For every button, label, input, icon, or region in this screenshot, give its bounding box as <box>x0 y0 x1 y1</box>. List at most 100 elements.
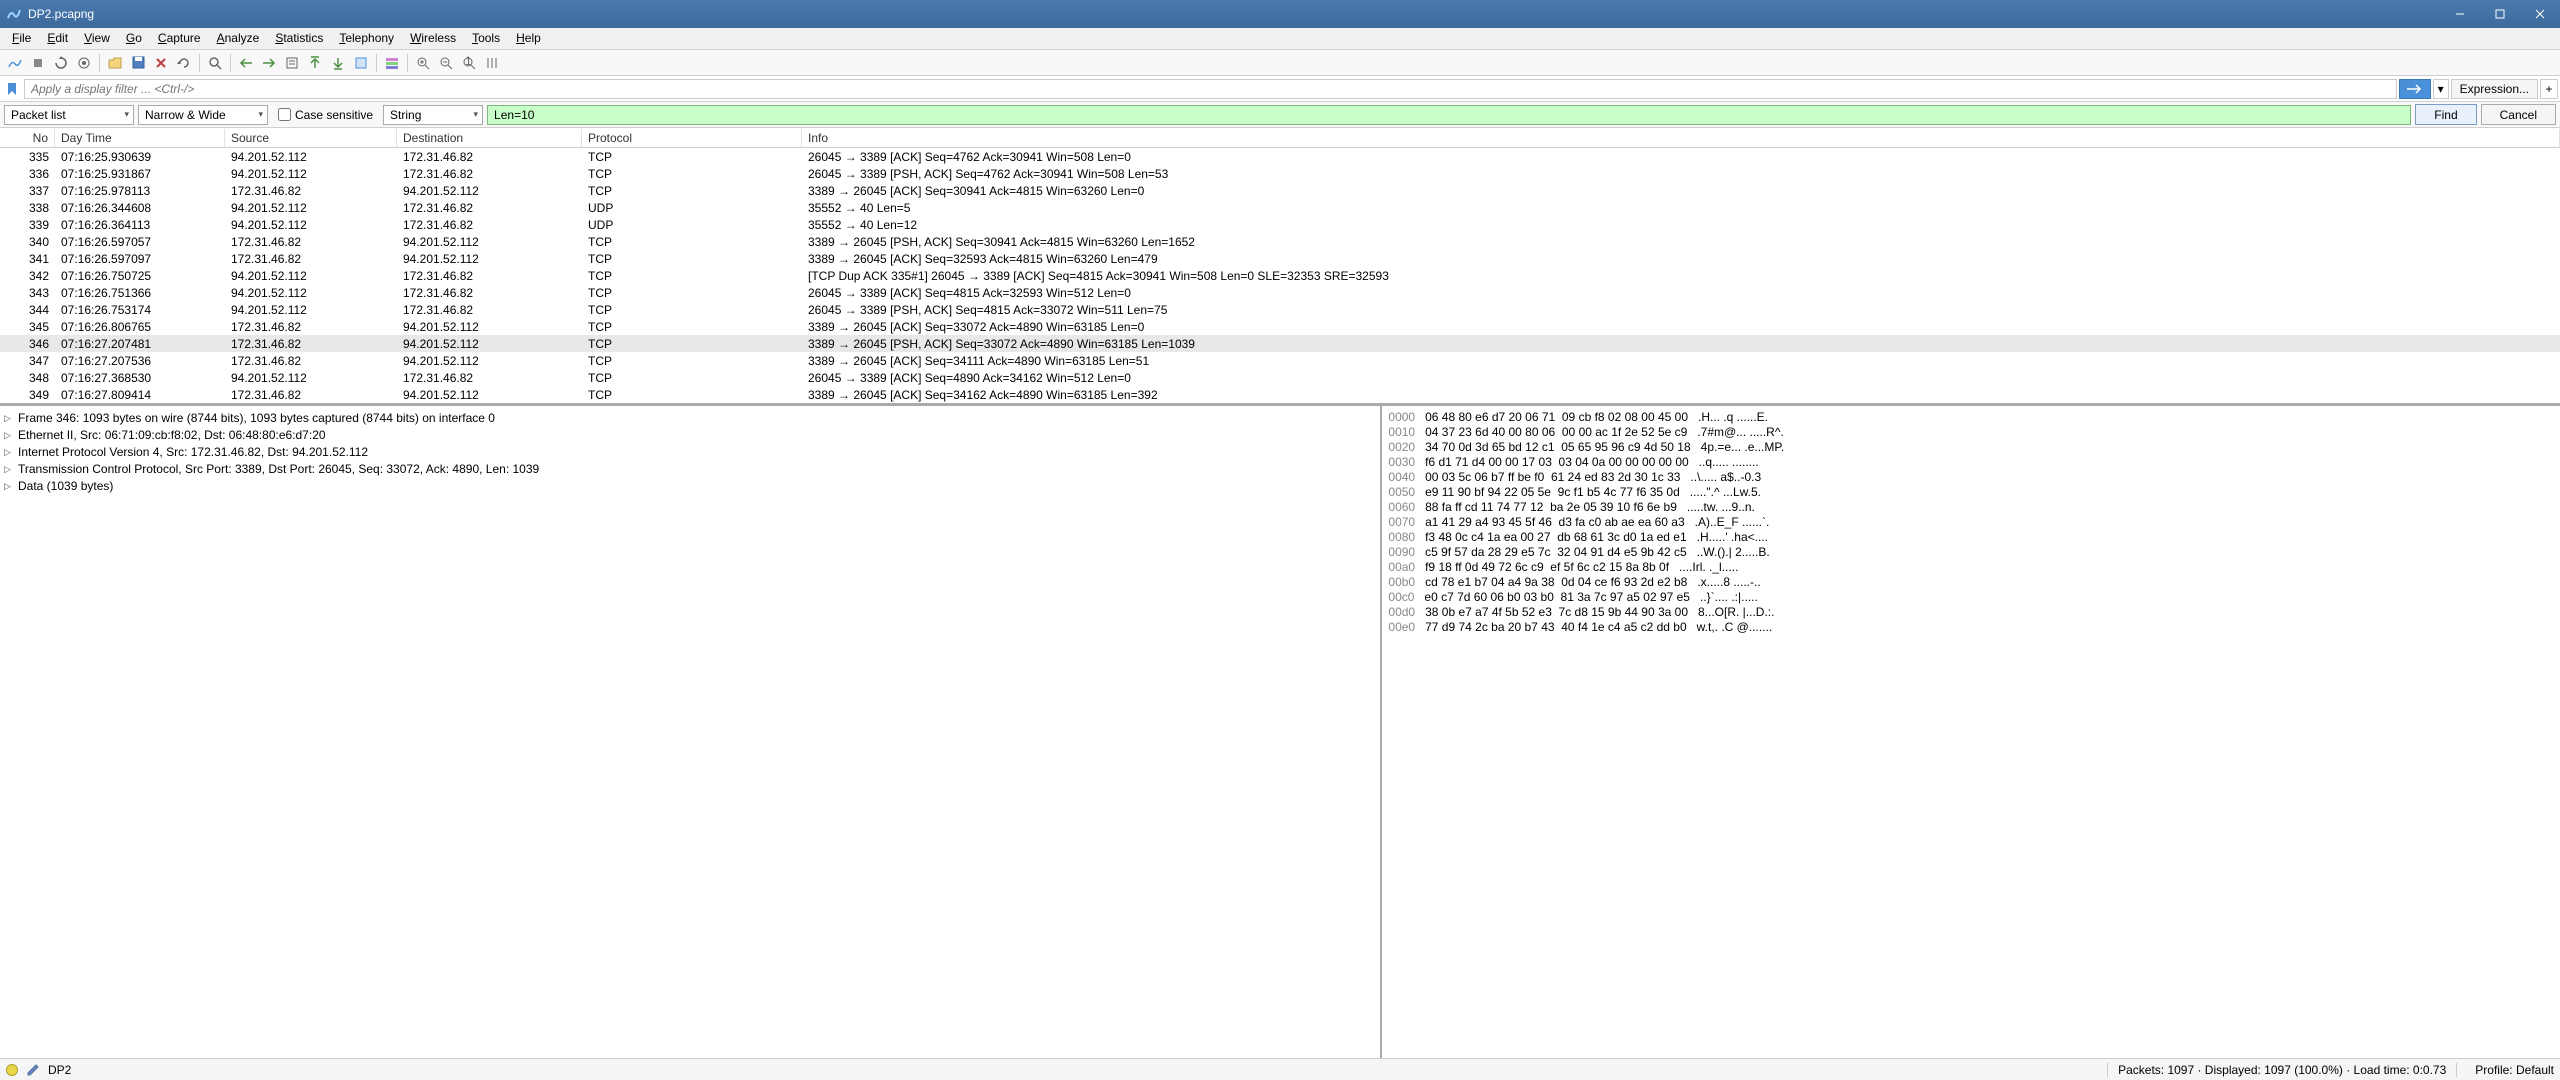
packet-row[interactable]: 34407:16:26.75317494.201.52.112172.31.46… <box>0 301 2560 318</box>
add-filter-button[interactable]: + <box>2540 79 2558 99</box>
menu-analyze[interactable]: Analyze <box>209 28 268 49</box>
svg-text:1: 1 <box>465 56 472 68</box>
protocol-tree-item[interactable]: ▷Ethernet II, Src: 06:71:09:cb:f8:02, Ds… <box>4 427 1376 444</box>
status-profile[interactable]: Profile: Default <box>2465 1063 2554 1077</box>
zoom-in-icon[interactable] <box>412 52 434 74</box>
display-filter-input[interactable] <box>24 79 2397 99</box>
auto-scroll-icon[interactable] <box>350 52 372 74</box>
menu-file[interactable]: File <box>4 28 39 49</box>
window-title: DP2.pcapng <box>28 7 2440 21</box>
packet-bytes-pane[interactable]: 0000 06 48 80 e6 d7 20 06 71 09 cb f8 02… <box>1382 406 2560 1058</box>
protocol-tree-item[interactable]: ▷Data (1039 bytes) <box>4 478 1376 495</box>
packet-row[interactable]: 33607:16:25.93186794.201.52.112172.31.46… <box>0 165 2560 182</box>
menu-wireless[interactable]: Wireless <box>402 28 464 49</box>
close-file-icon[interactable] <box>150 52 172 74</box>
status-packet-counts: Packets: 1097 · Displayed: 1097 (100.0%)… <box>2107 1063 2457 1077</box>
packet-row[interactable]: 34607:16:27.207481172.31.46.8294.201.52.… <box>0 335 2560 352</box>
packet-row[interactable]: 34707:16:27.207536172.31.46.8294.201.52.… <box>0 352 2560 369</box>
protocol-tree-item[interactable]: ▷Frame 346: 1093 bytes on wire (8744 bit… <box>4 410 1376 427</box>
zoom-out-icon[interactable] <box>435 52 457 74</box>
menu-capture[interactable]: Capture <box>150 28 209 49</box>
packet-row[interactable]: 33907:16:26.36411394.201.52.112172.31.46… <box>0 216 2560 233</box>
packet-details-pane[interactable]: ▷Frame 346: 1093 bytes on wire (8744 bit… <box>0 406 1382 1058</box>
open-file-icon[interactable] <box>104 52 126 74</box>
zoom-reset-icon[interactable]: 1 <box>458 52 480 74</box>
col-header-info[interactable]: Info <box>802 129 2560 147</box>
search-query-input[interactable] <box>487 105 2411 125</box>
menu-telephony[interactable]: Telephony <box>331 28 402 49</box>
hex-line[interactable]: 0090 c5 9f 57 da 28 29 e5 7c 32 04 91 d4… <box>1388 545 2554 560</box>
hex-line[interactable]: 0000 06 48 80 e6 d7 20 06 71 09 cb f8 02… <box>1388 410 2554 425</box>
col-header-no[interactable]: No <box>0 129 55 147</box>
status-bar: DP2 Packets: 1097 · Displayed: 1097 (100… <box>0 1058 2560 1080</box>
packet-row[interactable]: 34507:16:26.806765172.31.46.8294.201.52.… <box>0 318 2560 335</box>
close-button[interactable] <box>2520 0 2560 28</box>
packet-row[interactable]: 34007:16:26.597057172.31.46.8294.201.52.… <box>0 233 2560 250</box>
go-forward-icon[interactable] <box>258 52 280 74</box>
packet-list-pane: No Day Time Source Destination Protocol … <box>0 128 2560 404</box>
packet-row[interactable]: 34307:16:26.75136694.201.52.112172.31.46… <box>0 284 2560 301</box>
hex-line[interactable]: 0040 00 03 5c 06 b7 ff be f0 61 24 ed 83… <box>1388 470 2554 485</box>
find-packet-icon[interactable] <box>204 52 226 74</box>
capture-options-icon[interactable] <box>73 52 95 74</box>
apply-filter-button[interactable] <box>2399 79 2431 99</box>
col-header-destination[interactable]: Destination <box>397 129 582 147</box>
menu-help[interactable]: Help <box>508 28 549 49</box>
search-scope-combo[interactable]: Packet list <box>4 105 134 125</box>
col-header-source[interactable]: Source <box>225 129 397 147</box>
protocol-tree-item[interactable]: ▷Internet Protocol Version 4, Src: 172.3… <box>4 444 1376 461</box>
menu-bar: FileEditViewGoCaptureAnalyzeStatisticsTe… <box>0 28 2560 50</box>
minimize-button[interactable] <box>2440 0 2480 28</box>
menu-tools[interactable]: Tools <box>464 28 508 49</box>
hex-line[interactable]: 00e0 77 d9 74 2c ba 20 b7 43 40 f4 1e c4… <box>1388 620 2554 635</box>
hex-line[interactable]: 00b0 cd 78 e1 b7 04 a4 9a 38 0d 04 ce f6… <box>1388 575 2554 590</box>
search-charset-combo[interactable]: Narrow & Wide <box>138 105 268 125</box>
menu-go[interactable]: Go <box>118 28 150 49</box>
resize-columns-icon[interactable] <box>481 52 503 74</box>
goto-last-icon[interactable] <box>327 52 349 74</box>
menu-edit[interactable]: Edit <box>39 28 76 49</box>
start-capture-icon[interactable] <box>4 52 26 74</box>
maximize-button[interactable] <box>2480 0 2520 28</box>
find-button[interactable]: Find <box>2415 104 2476 125</box>
menu-view[interactable]: View <box>76 28 118 49</box>
hex-line[interactable]: 00a0 f9 18 ff 0d 49 72 6c c9 ef 5f 6c c2… <box>1388 560 2554 575</box>
goto-packet-icon[interactable] <box>281 52 303 74</box>
hex-line[interactable]: 00c0 e0 c7 7d 60 06 b0 03 b0 81 3a 7c 97… <box>1388 590 2554 605</box>
packet-row[interactable]: 33707:16:25.978113172.31.46.8294.201.52.… <box>0 182 2560 199</box>
hex-line[interactable]: 0020 34 70 0d 3d 65 bd 12 c1 05 65 95 96… <box>1388 440 2554 455</box>
hex-line[interactable]: 0070 a1 41 29 a4 93 45 5f 46 d3 fa c0 ab… <box>1388 515 2554 530</box>
hex-line[interactable]: 0080 f3 48 0c c4 1a ea 00 27 db 68 61 3c… <box>1388 530 2554 545</box>
goto-first-icon[interactable] <box>304 52 326 74</box>
hex-line[interactable]: 0010 04 37 23 6d 40 00 80 06 00 00 ac 1f… <box>1388 425 2554 440</box>
packet-row[interactable]: 34807:16:27.36853094.201.52.112172.31.46… <box>0 369 2560 386</box>
expression-button[interactable]: Expression... <box>2451 79 2538 99</box>
packet-row[interactable]: 34207:16:26.75072594.201.52.112172.31.46… <box>0 267 2560 284</box>
packet-row[interactable]: 33507:16:25.93063994.201.52.112172.31.46… <box>0 148 2560 165</box>
col-header-protocol[interactable]: Protocol <box>582 129 802 147</box>
hex-line[interactable]: 0050 e9 11 90 bf 94 22 05 5e 9c f1 b5 4c… <box>1388 485 2554 500</box>
expert-info-icon[interactable] <box>6 1064 18 1076</box>
packet-row[interactable]: 34907:16:27.809414172.31.46.8294.201.52.… <box>0 386 2560 403</box>
filter-bookmark-icon[interactable] <box>2 79 22 99</box>
hex-line[interactable]: 00d0 38 0b e7 a7 4f 5b 52 e3 7c d8 15 9b… <box>1388 605 2554 620</box>
packet-row[interactable]: 33807:16:26.34460894.201.52.112172.31.46… <box>0 199 2560 216</box>
col-header-time[interactable]: Day Time <box>55 129 225 147</box>
stop-capture-icon[interactable] <box>27 52 49 74</box>
edit-capture-icon[interactable] <box>26 1063 40 1077</box>
reload-icon[interactable] <box>173 52 195 74</box>
cancel-button[interactable]: Cancel <box>2481 104 2556 125</box>
hex-line[interactable]: 0060 88 fa ff cd 11 74 77 12 ba 2e 05 39… <box>1388 500 2554 515</box>
save-file-icon[interactable] <box>127 52 149 74</box>
restart-capture-icon[interactable] <box>50 52 72 74</box>
colorize-icon[interactable] <box>381 52 403 74</box>
go-back-icon[interactable] <box>235 52 257 74</box>
menu-statistics[interactable]: Statistics <box>267 28 331 49</box>
filter-history-dropdown[interactable]: ▾ <box>2433 79 2449 99</box>
case-sensitive-checkbox[interactable]: Case sensitive <box>272 108 379 122</box>
display-filter-bar: ▾ Expression... + <box>0 76 2560 102</box>
protocol-tree-item[interactable]: ▷Transmission Control Protocol, Src Port… <box>4 461 1376 478</box>
hex-line[interactable]: 0030 f6 d1 71 d4 00 00 17 03 03 04 0a 00… <box>1388 455 2554 470</box>
search-type-combo[interactable]: String <box>383 105 483 125</box>
packet-row[interactable]: 34107:16:26.597097172.31.46.8294.201.52.… <box>0 250 2560 267</box>
